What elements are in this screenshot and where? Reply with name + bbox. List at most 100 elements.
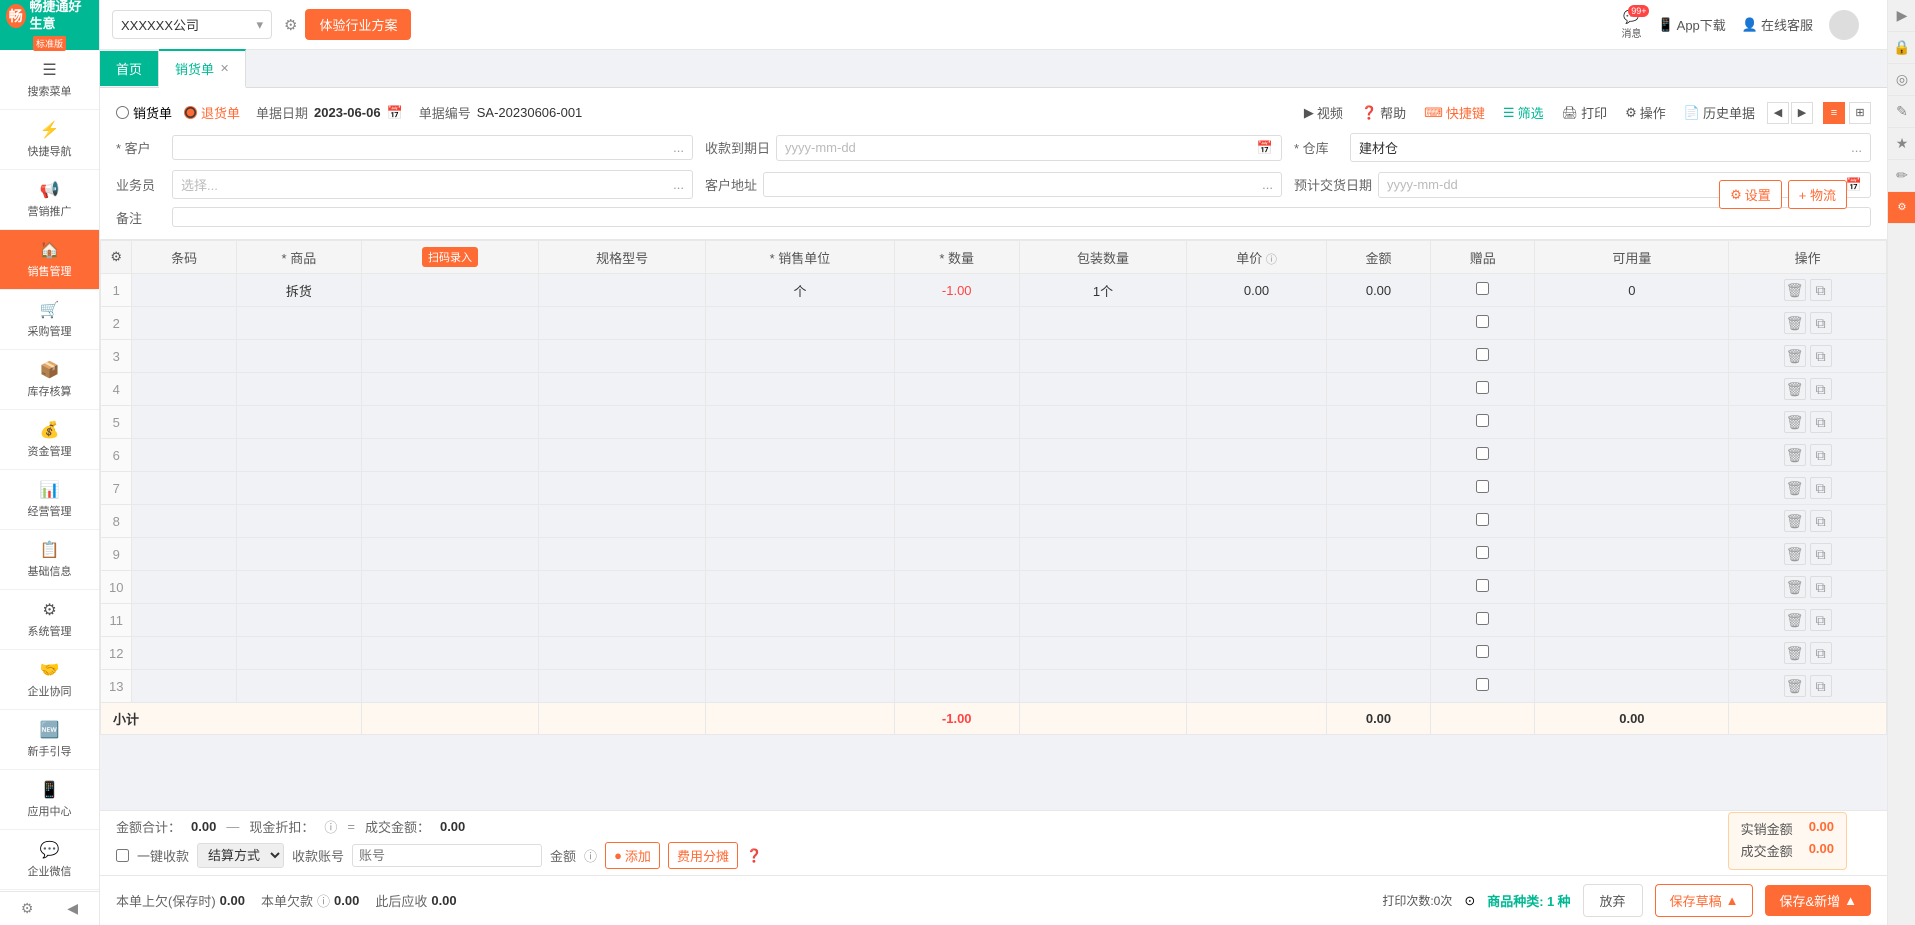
sidebar-item-appstore[interactable]: 📱 应用中心 bbox=[0, 770, 99, 830]
row-unit[interactable] bbox=[706, 406, 894, 439]
warehouse-input[interactable]: 建材仓 ... bbox=[1350, 133, 1871, 162]
delete-btn[interactable]: 🗑 bbox=[1784, 510, 1806, 532]
copy-btn[interactable]: ⧉ bbox=[1810, 576, 1832, 598]
sidebar-item-system[interactable]: ⚙ 系统管理 bbox=[0, 590, 99, 650]
expected-delivery-cal-icon[interactable]: 📅 bbox=[1846, 177, 1862, 193]
row-amount[interactable]: 0.00 bbox=[1326, 274, 1430, 307]
row-unit[interactable] bbox=[706, 505, 894, 538]
right-float-btn-7[interactable]: ⚙ bbox=[1888, 192, 1915, 224]
row-gift[interactable] bbox=[1431, 340, 1535, 373]
row-barcode[interactable] bbox=[132, 274, 236, 307]
right-float-btn-6[interactable]: ✏ bbox=[1888, 160, 1915, 192]
row-spec[interactable] bbox=[538, 670, 705, 703]
copy-btn[interactable]: ⧉ bbox=[1810, 345, 1832, 367]
row-price[interactable]: 0.00 bbox=[1187, 274, 1327, 307]
user-avatar[interactable] bbox=[1829, 10, 1859, 40]
row-amount[interactable] bbox=[1326, 637, 1430, 670]
row-product[interactable] bbox=[236, 439, 361, 472]
row-gift[interactable] bbox=[1431, 472, 1535, 505]
gift-checkbox[interactable] bbox=[1476, 414, 1489, 427]
save-new-btn[interactable]: 保存&新增 ▲ bbox=[1765, 885, 1871, 916]
trial-btn[interactable]: 体验行业方案 bbox=[305, 9, 411, 40]
delete-btn[interactable]: 🗑 bbox=[1784, 543, 1806, 565]
row-gift[interactable] bbox=[1431, 637, 1535, 670]
row-barcode[interactable] bbox=[132, 670, 236, 703]
gift-checkbox[interactable] bbox=[1476, 348, 1489, 361]
row-price[interactable] bbox=[1187, 538, 1327, 571]
row-product[interactable] bbox=[236, 571, 361, 604]
row-amount[interactable] bbox=[1326, 505, 1430, 538]
right-float-btn-2[interactable]: 🔒 bbox=[1888, 32, 1915, 64]
row-price[interactable] bbox=[1187, 373, 1327, 406]
settings-gear-icon[interactable]: ⚙ bbox=[284, 16, 297, 34]
row-pkg-qty[interactable] bbox=[1019, 604, 1186, 637]
delete-btn[interactable]: 🗑 bbox=[1784, 411, 1806, 433]
row-spec[interactable] bbox=[538, 340, 705, 373]
row-qty[interactable] bbox=[894, 340, 1019, 373]
message-btn[interactable]: 💬 消息 99+ bbox=[1621, 9, 1641, 40]
row-qty[interactable] bbox=[894, 604, 1019, 637]
row-spec[interactable] bbox=[538, 505, 705, 538]
row-gift[interactable] bbox=[1431, 538, 1535, 571]
row-qty[interactable] bbox=[894, 505, 1019, 538]
row-gift[interactable] bbox=[1431, 274, 1535, 307]
row-spec[interactable] bbox=[538, 604, 705, 637]
copy-btn[interactable]: ⧉ bbox=[1810, 642, 1832, 664]
sidebar-item-finance[interactable]: 💰 资金管理 bbox=[0, 410, 99, 470]
delete-btn[interactable]: 🗑 bbox=[1784, 642, 1806, 664]
row-amount[interactable] bbox=[1326, 472, 1430, 505]
row-spec[interactable] bbox=[538, 472, 705, 505]
history-next-btn[interactable]: ▶ bbox=[1791, 102, 1813, 124]
radio-return-input[interactable] bbox=[184, 106, 197, 119]
doc-owe-help-icon[interactable]: ⓘ bbox=[317, 891, 330, 910]
row-pkg-qty[interactable] bbox=[1019, 406, 1186, 439]
row-amount[interactable] bbox=[1326, 604, 1430, 637]
row-price[interactable] bbox=[1187, 571, 1327, 604]
row-qty[interactable] bbox=[894, 472, 1019, 505]
row-qty[interactable] bbox=[894, 538, 1019, 571]
row-spec[interactable] bbox=[538, 274, 705, 307]
view-grid-btn[interactable]: ⊞ bbox=[1849, 102, 1871, 124]
row-gift[interactable] bbox=[1431, 373, 1535, 406]
row-pkg-qty[interactable] bbox=[1019, 538, 1186, 571]
add-payment-btn[interactable]: ● 添加 bbox=[605, 842, 660, 869]
sidebar-item-business[interactable]: 📊 经营管理 bbox=[0, 470, 99, 530]
row-price[interactable] bbox=[1187, 670, 1327, 703]
copy-btn[interactable]: ⧉ bbox=[1810, 312, 1832, 334]
row-pkg-qty[interactable]: 1个 bbox=[1019, 274, 1186, 307]
copy-btn[interactable]: ⧉ bbox=[1810, 411, 1832, 433]
row-amount[interactable] bbox=[1326, 373, 1430, 406]
right-float-btn-4[interactable]: ✎ bbox=[1888, 96, 1915, 128]
delete-btn[interactable]: 🗑 bbox=[1784, 576, 1806, 598]
row-product[interactable] bbox=[236, 472, 361, 505]
due-date-cal-icon[interactable]: 📅 bbox=[1257, 140, 1273, 156]
row-product[interactable] bbox=[236, 505, 361, 538]
row-price[interactable] bbox=[1187, 439, 1327, 472]
tab-home[interactable]: 首页 bbox=[100, 51, 159, 86]
row-qty[interactable] bbox=[894, 307, 1019, 340]
copy-btn[interactable]: ⧉ bbox=[1810, 279, 1832, 301]
row-barcode[interactable] bbox=[132, 373, 236, 406]
row-pkg-qty[interactable] bbox=[1019, 505, 1186, 538]
notes-input[interactable] bbox=[172, 207, 1871, 227]
row-barcode[interactable] bbox=[132, 505, 236, 538]
sidebar-item-inventory[interactable]: 📦 库存核算 bbox=[0, 350, 99, 410]
tab-sales-order[interactable]: 销货单 ✕ bbox=[159, 49, 246, 88]
sidebar-item-wechat[interactable]: 💬 企业微信 bbox=[0, 830, 99, 890]
row-spec[interactable] bbox=[538, 538, 705, 571]
radio-sales-input[interactable] bbox=[116, 106, 129, 119]
row-qty[interactable]: -1.00 bbox=[894, 274, 1019, 307]
delete-btn[interactable]: 🗑 bbox=[1784, 279, 1806, 301]
sidebar-item-purchase[interactable]: 🛒 采购管理 bbox=[0, 290, 99, 350]
sidebar-item-marketing[interactable]: 📢 营销推广 bbox=[0, 170, 99, 230]
row-unit[interactable] bbox=[706, 571, 894, 604]
right-float-btn-1[interactable]: ▶ bbox=[1888, 0, 1915, 32]
row-gift[interactable] bbox=[1431, 307, 1535, 340]
due-date-input[interactable]: yyyy-mm-dd 📅 bbox=[776, 135, 1282, 161]
row-pkg-qty[interactable] bbox=[1019, 373, 1186, 406]
delete-btn[interactable]: 🗑 bbox=[1784, 444, 1806, 466]
gift-checkbox[interactable] bbox=[1476, 381, 1489, 394]
one-click-checkbox[interactable] bbox=[116, 849, 129, 862]
filter-btn[interactable]: ☰ 筛选 bbox=[1497, 100, 1550, 125]
row-gift[interactable] bbox=[1431, 604, 1535, 637]
